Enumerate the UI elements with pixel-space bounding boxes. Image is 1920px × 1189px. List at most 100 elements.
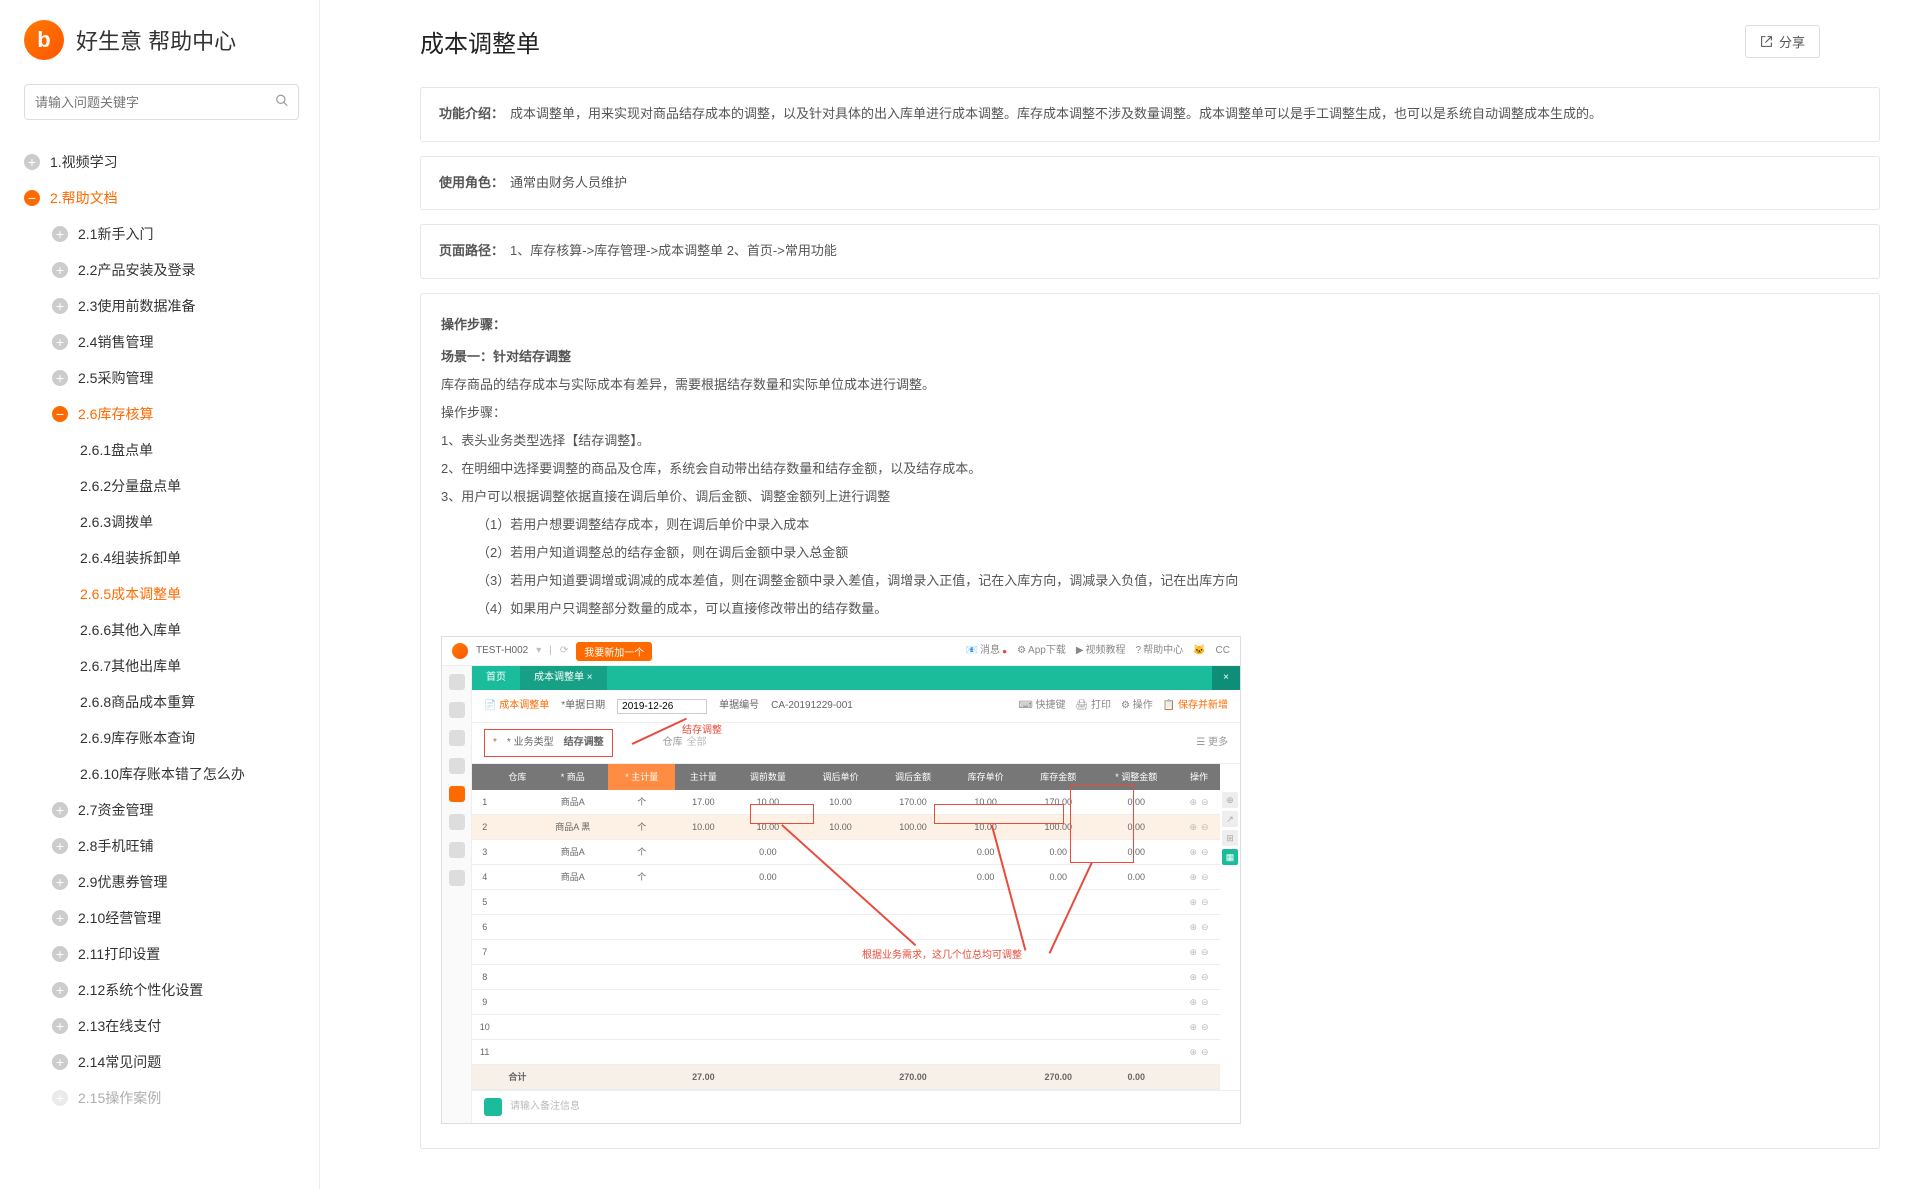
nav-2-13[interactable]: +2.13在线支付 xyxy=(24,1008,299,1044)
expand-icon: + xyxy=(52,298,68,314)
nav-2-15[interactable]: +2.15操作案例 xyxy=(24,1080,299,1116)
path-text: 1、库存核算->库存管理->成本调整单 2、首页->常用功能 xyxy=(510,243,837,258)
nav-2-6-1[interactable]: 2.6.1盘点单 xyxy=(24,432,299,468)
collapse-icon: − xyxy=(24,190,40,206)
nav-2-9[interactable]: +2.9优惠券管理 xyxy=(24,864,299,900)
rail-icon xyxy=(449,702,465,718)
nav-2-4[interactable]: +2.4销售管理 xyxy=(24,324,299,360)
brand-logo: b xyxy=(24,20,64,60)
step-3b: （2）若用户知道调整总的结存金额，则在调后金额中录入总金额 xyxy=(441,540,1859,566)
share-button[interactable]: 分享 xyxy=(1745,25,1820,58)
ss-th: * 商品 xyxy=(537,764,608,790)
step-3d: （4）如果用户只调整部分数量的成本，可以直接修改带出的结存数量。 xyxy=(441,596,1859,622)
nav-2-8[interactable]: +2.8手机旺铺 xyxy=(24,828,299,864)
ss-row: 2商品A 黑个10.0010.0010.00100.0010.00100.000… xyxy=(472,815,1220,840)
expand-icon: + xyxy=(52,262,68,278)
expand-icon: + xyxy=(52,910,68,926)
nav-2-6-10[interactable]: 2.6.10库存账本错了怎么办 xyxy=(24,756,299,792)
ss-code-value: CA-20191229-001 xyxy=(771,696,853,716)
scene1-steps-label: 操作步骤： xyxy=(441,400,1859,426)
ss-quick: ⌨ 快捷键 xyxy=(1018,696,1065,716)
expand-icon: + xyxy=(52,370,68,386)
expand-icon: + xyxy=(24,154,40,170)
intro-box: 功能介绍：成本调整单，用来实现对商品结存成本的调整，以及针对具体的出入库单进行成… xyxy=(420,87,1880,142)
nav-2-3[interactable]: +2.3使用前数据准备 xyxy=(24,288,299,324)
step-1: 1、表头业务类型选择【结存调整】。 xyxy=(441,428,1859,454)
ss-row: 1商品A个17.0010.0010.00170.0010.00170.000.0… xyxy=(472,790,1220,815)
nav-2-6-8[interactable]: 2.6.8商品成本重算 xyxy=(24,684,299,720)
nav-2-5[interactable]: +2.5采购管理 xyxy=(24,360,299,396)
expand-icon: + xyxy=(52,1054,68,1070)
search-icon[interactable] xyxy=(275,94,289,111)
ss-more: ☰ 更多 xyxy=(1196,733,1228,753)
nav-2-1[interactable]: +2.1新手入门 xyxy=(24,216,299,252)
nav-2-11[interactable]: +2.11打印设置 xyxy=(24,936,299,972)
nav-2-6-7[interactable]: 2.6.7其他出库单 xyxy=(24,648,299,684)
ss-tab-home: 首页 xyxy=(472,666,520,690)
embedded-screenshot: TEST-H002 ▾ | ⟳ 我要新加一个 📧 消息● ⚙ App下载 ▶ 视… xyxy=(441,636,1241,1124)
page-header: 成本调整单 分享 xyxy=(420,24,1880,59)
nav-docs[interactable]: −2.帮助文档 xyxy=(24,180,299,216)
ss-filter-box: ** 业务类型 结存调整 xyxy=(484,729,613,757)
rail-icon xyxy=(449,842,465,858)
nav-2-6-3[interactable]: 2.6.3调拨单 xyxy=(24,504,299,540)
ss-th: 调后金额 xyxy=(877,764,950,790)
ss-th: 主计量 xyxy=(675,764,731,790)
step-3c: （3）若用户知道要调增或调减的成本差值，则在调整金额中录入差值，调增录入正值，记… xyxy=(441,568,1859,594)
ss-side-tools: ⊕ ↗ ⊞ ▦ xyxy=(1220,764,1240,1090)
ss-app: ⚙ App下载 xyxy=(1017,641,1066,661)
share-icon xyxy=(1760,35,1773,48)
main: 成本调整单 分享 功能介绍：成本调整单，用来实现对商品结存成本的调整，以及针对具… xyxy=(320,0,1920,1189)
page-title: 成本调整单 xyxy=(420,24,540,59)
tool-icon: ▦ xyxy=(1222,849,1238,865)
expand-icon: + xyxy=(52,226,68,242)
ss-th: 库存单价 xyxy=(949,764,1022,790)
scene1-desc: 库存商品的结存成本与实际成本有差异，需要根据结存数量和实际单位成本进行调整。 xyxy=(441,372,1859,398)
ss-avatar: 🐱 xyxy=(1193,641,1205,661)
expand-icon: + xyxy=(52,982,68,998)
nav-2-12[interactable]: +2.12系统个性化设置 xyxy=(24,972,299,1008)
step-3a: （1）若用户想要调整结存成本，则在调后单价中录入成本 xyxy=(441,512,1859,538)
role-text: 通常由财务人员维护 xyxy=(510,175,627,190)
ss-th: 操作 xyxy=(1178,764,1220,790)
collapse-icon: − xyxy=(52,406,68,422)
nav-2-2[interactable]: +2.2产品安装及登录 xyxy=(24,252,299,288)
ss-th: * 主计量 xyxy=(608,764,675,790)
rail-icon xyxy=(449,814,465,830)
ss-th xyxy=(472,764,497,790)
ss-row: 5⊕⊖ xyxy=(472,890,1220,915)
ss-toolbar: 📄 成本调整单 *单据日期 单据编号 CA-20191229-001 ⌨ 快捷键… xyxy=(472,690,1240,723)
nav: +1.视频学习 −2.帮助文档 +2.1新手入门 +2.2产品安装及登录 +2.… xyxy=(24,144,299,1116)
nav-2-6-5[interactable]: 2.6.5成本调整单 xyxy=(24,576,299,612)
path-label: 页面路径： xyxy=(439,243,504,258)
expand-icon: + xyxy=(52,874,68,890)
ss-filter: ** 业务类型 结存调整 仓库全部 ☰ 更多 结存调整 xyxy=(472,723,1240,764)
ss-row: 11⊕⊖ xyxy=(472,1040,1220,1065)
ss-help: ? 帮助中心 xyxy=(1136,641,1184,661)
intro-label: 功能介绍： xyxy=(439,106,504,121)
nav-2-6-4[interactable]: 2.6.4组装拆卸单 xyxy=(24,540,299,576)
nav-2-14[interactable]: +2.14常见问题 xyxy=(24,1044,299,1080)
expand-icon: + xyxy=(52,946,68,962)
search-box xyxy=(24,84,299,120)
nav-2-6[interactable]: −2.6库存核算 xyxy=(24,396,299,432)
ss-row: 9⊕⊖ xyxy=(472,990,1220,1015)
nav-video[interactable]: +1.视频学习 xyxy=(24,144,299,180)
rail-icon xyxy=(449,730,465,746)
ss-print: 🖨 打印 xyxy=(1076,696,1111,716)
ss-test-label: TEST-H002 xyxy=(476,641,528,661)
ss-th: * 调整金额 xyxy=(1095,764,1178,790)
ss-row: 4商品A个0.000.000.000.00⊕⊖ xyxy=(472,865,1220,890)
nav-2-6-6[interactable]: 2.6.6其他入库单 xyxy=(24,612,299,648)
expand-icon: + xyxy=(52,838,68,854)
expand-icon: + xyxy=(52,1090,68,1106)
nav-2-7[interactable]: +2.7资金管理 xyxy=(24,792,299,828)
search-input[interactable] xyxy=(24,84,299,120)
nav-2-6-9[interactable]: 2.6.9库存账本查询 xyxy=(24,720,299,756)
ss-row: 8⊕⊖ xyxy=(472,965,1220,990)
nav-2-10[interactable]: +2.10经营管理 xyxy=(24,900,299,936)
sidebar: b 好生意 帮助中心 +1.视频学习 −2.帮助文档 +2.1新手入门 +2.2… xyxy=(0,0,320,1189)
ss-th: 仓库 xyxy=(497,764,537,790)
nav-2-6-2[interactable]: 2.6.2分量盘点单 xyxy=(24,468,299,504)
tool-icon: ↗ xyxy=(1222,811,1238,827)
